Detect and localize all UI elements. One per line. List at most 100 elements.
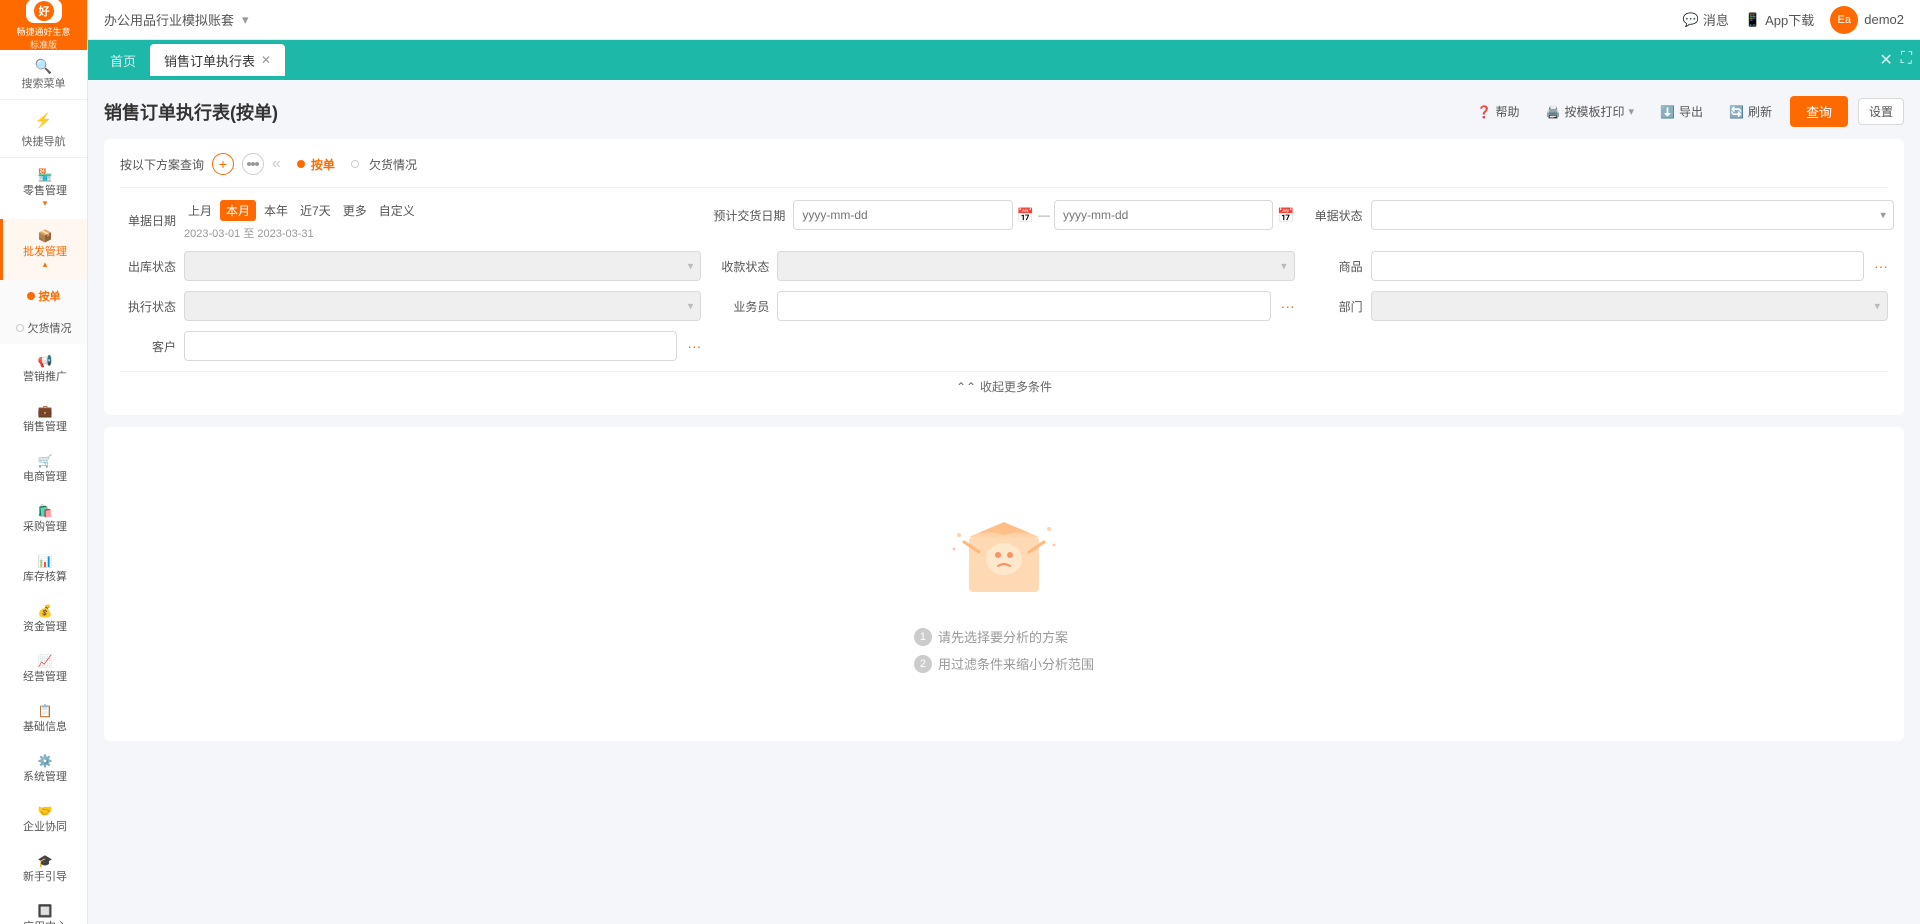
active-dot	[27, 292, 35, 300]
tutorial-icon: 🎓	[38, 854, 53, 868]
sidebar-search[interactable]: 🔍 搜索菜单	[0, 50, 87, 100]
message-btn[interactable]: 💬 消息	[1683, 10, 1729, 29]
sidebar-item-label: 应用中心	[23, 918, 67, 924]
sidebar-item-sales[interactable]: 💼 销售管理	[0, 394, 87, 444]
help-btn[interactable]: ❓ 帮助	[1469, 99, 1528, 124]
app-download-label: App下载	[1765, 10, 1814, 29]
salesperson-label: 业务员	[713, 298, 769, 315]
sidebar-item-wholesale[interactable]: 📦 批发管理 ▴	[0, 219, 87, 280]
filter-row-2: 出库状态 ▾ 收款状态 ▾	[120, 251, 1888, 281]
refresh-label: 刷新	[1748, 103, 1772, 120]
active-scheme-item[interactable]: 按单	[297, 156, 335, 173]
query-btn[interactable]: 查询	[1790, 96, 1848, 127]
topbar-left: 办公用品行业模拟账套 ▾	[104, 10, 249, 29]
calendar-end-icon[interactable]: 📅	[1277, 207, 1294, 224]
app-download-icon: 📱	[1745, 12, 1761, 28]
retail-icon: 🏪	[38, 168, 53, 182]
refresh-btn[interactable]: 🔄 刷新	[1721, 99, 1780, 124]
sidebar-item-app-center[interactable]: 🔲 应用中心	[0, 894, 87, 924]
sidebar-item-purchase[interactable]: 🛍️ 采购管理	[0, 494, 87, 544]
exec-status-field: 执行状态 ▾	[120, 291, 701, 321]
department-select[interactable]	[1371, 291, 1888, 321]
sidebar-item-tutorial[interactable]: 🎓 新手引导	[0, 844, 87, 894]
export-label: 导出	[1679, 103, 1703, 120]
stock-status-select[interactable]	[184, 251, 701, 281]
operations-icon: 📈	[38, 654, 53, 668]
tab-sales-order[interactable]: 销售订单执行表 ✕	[150, 44, 285, 76]
date-tab-this-month[interactable]: 本月	[220, 200, 256, 221]
setting-btn[interactable]: 设置	[1858, 98, 1904, 125]
empty-state: 1 请先选择要分析的方案 2 用过滤条件来缩小分析范围	[104, 427, 1904, 741]
payment-status-select[interactable]	[777, 251, 1294, 281]
filter-row-3: 执行状态 ▾ 业务员 ··· 部门	[120, 291, 1888, 321]
calendar-start-icon[interactable]: 📅	[1017, 207, 1034, 224]
export-btn[interactable]: ⬇️ 导出	[1652, 99, 1711, 124]
salesperson-more-btn[interactable]: ···	[1281, 298, 1295, 314]
customer-more-btn[interactable]: ···	[687, 338, 701, 354]
date-field-content: 上月 本月 本年 近7天 更多 自定义 2023-03-01 至 2023-03…	[184, 200, 701, 241]
print-btn[interactable]: 🖨️ 按模板打印 ▾	[1538, 99, 1643, 124]
sidebar-item-marketing[interactable]: 📢 营销推广	[0, 344, 87, 394]
add-scheme-btn[interactable]: +	[212, 153, 234, 175]
tab-sales-order-label: 销售订单执行表	[164, 51, 255, 70]
sidebar-sub-item-order[interactable]: 按单	[0, 280, 87, 312]
sidebar-item-label: 经营管理	[23, 668, 67, 684]
expected-date-end[interactable]	[1054, 200, 1273, 230]
collapse-more-btn[interactable]: ⌃⌃ 收起更多条件	[120, 371, 1888, 401]
topbar-dropdown-icon[interactable]: ▾	[242, 12, 249, 28]
active-scheme-dot	[297, 160, 305, 168]
close-window-icon[interactable]: ✕	[1879, 50, 1892, 70]
print-label: 按模板打印	[1564, 103, 1624, 120]
sidebar-sub-item-backorder[interactable]: 欠货情况	[0, 312, 87, 344]
scheme-collapse-btn[interactable]: «	[272, 155, 281, 173]
tab-close-btn[interactable]: ✕	[261, 53, 271, 67]
tabbar-actions: ✕ ⛶	[1879, 50, 1912, 70]
tip-text-1: 请先选择要分析的方案	[938, 627, 1068, 646]
date-tab-7days[interactable]: 近7天	[296, 200, 335, 221]
order-status-select[interactable]	[1371, 200, 1894, 230]
empty-tip-2: 2 用过滤条件来缩小分析范围	[914, 654, 1094, 673]
page-header: 销售订单执行表(按单) ❓ 帮助 🖨️ 按模板打印 ▾ ⬇️ 导出 🔄 刷新	[104, 96, 1904, 127]
date-tab-more[interactable]: 更多	[339, 200, 371, 221]
user-profile[interactable]: Ea demo2	[1830, 6, 1904, 34]
sidebar-item-enterprise[interactable]: 🤝 企业协同	[0, 794, 87, 844]
date-separator: —	[1038, 208, 1050, 222]
sidebar-item-label: 营销推广	[23, 368, 67, 384]
customer-input[interactable]	[184, 331, 677, 361]
expand-icon[interactable]: ⛶	[1901, 50, 1912, 70]
filter-scheme-label: 按以下方案查询	[120, 156, 204, 173]
export-icon: ⬇️	[1660, 105, 1675, 119]
quick-nav[interactable]: ⚡ 快捷导航	[0, 100, 87, 158]
quick-nav-icon: ⚡	[4, 108, 83, 133]
page-title: 销售订单执行表(按单)	[104, 99, 278, 125]
goods-more-btn[interactable]: ···	[1874, 258, 1888, 274]
app-download-btn[interactable]: 📱 App下载	[1745, 10, 1814, 29]
sidebar-item-operations[interactable]: 📈 经营管理	[0, 644, 87, 694]
goods-input[interactable]	[1371, 251, 1864, 281]
exec-status-label: 执行状态	[120, 298, 176, 315]
expected-date-start[interactable]	[793, 200, 1012, 230]
sidebar-item-retail[interactable]: 🏪 零售管理 ▾	[0, 158, 87, 219]
sidebar-item-finance[interactable]: 💰 资金管理	[0, 594, 87, 644]
sidebar-item-inventory[interactable]: 📊 库存核算	[0, 544, 87, 594]
stock-status-field: 出库状态 ▾	[120, 251, 701, 281]
wholesale-icon: 📦	[38, 229, 53, 243]
app-center-icon: 🔲	[38, 904, 53, 918]
date-tab-last-month[interactable]: 上月	[184, 200, 216, 221]
sidebar-item-ecommerce[interactable]: 🛒 电商管理	[0, 444, 87, 494]
date-range-text: 2023-03-01 至 2023-03-31	[184, 225, 701, 241]
exec-status-select[interactable]	[184, 291, 701, 321]
tab-home[interactable]: 首页	[96, 44, 150, 76]
help-label: 帮助	[1496, 103, 1520, 120]
sidebar-item-basic-info[interactable]: 📋 基础信息	[0, 694, 87, 744]
date-tab-custom[interactable]: 自定义	[375, 200, 419, 221]
salesperson-input[interactable]	[777, 291, 1270, 321]
finance-icon: 💰	[38, 604, 53, 618]
date-tab-this-year[interactable]: 本年	[260, 200, 292, 221]
sidebar-item-system[interactable]: ⚙️ 系统管理	[0, 744, 87, 794]
goods-label: 商品	[1307, 258, 1363, 275]
scheme-settings-btn[interactable]	[242, 153, 264, 175]
inactive-scheme-item[interactable]: 欠货情况	[351, 156, 417, 173]
help-icon: ❓	[1477, 105, 1492, 119]
system-icon: ⚙️	[38, 754, 53, 768]
